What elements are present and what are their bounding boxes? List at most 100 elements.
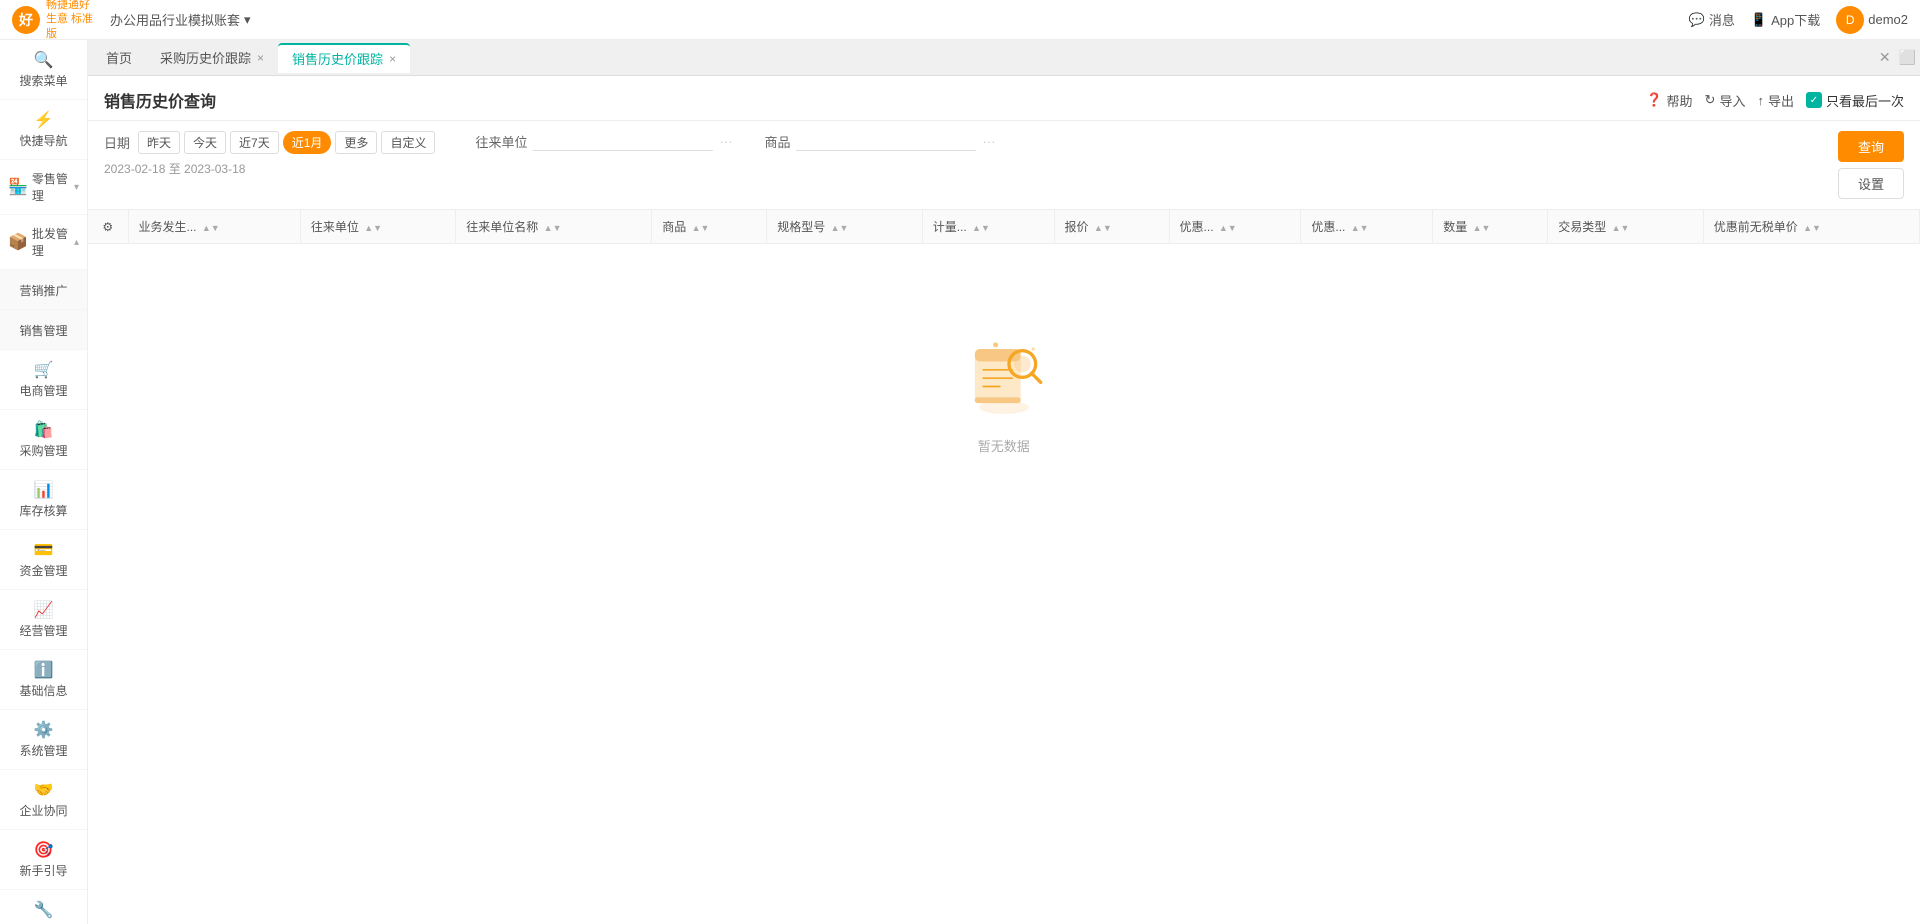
app-download-label: App下载	[1771, 10, 1820, 29]
date-filter-section: 日期 昨天 今天 近7天 近1月 更多 自定义 2023-02-18 至 202…	[104, 131, 435, 177]
guide-icon: 🎯	[34, 840, 54, 860]
sidebar-item-app-center[interactable]: 🔧 应用中心	[0, 890, 87, 924]
product-dots[interactable]: ···	[982, 134, 995, 149]
header-right: 💬 消息 📱 App下载 D demo2	[1689, 6, 1908, 34]
product-input[interactable]	[796, 131, 976, 151]
query-button[interactable]: 查询	[1838, 131, 1904, 162]
table-col-partner-code[interactable]: 往来单位 ▲▼	[300, 210, 455, 244]
logo-text: 畅捷通好生意 标准版	[46, 0, 96, 41]
checkbox-checked-icon: ✓	[1806, 92, 1822, 108]
table-col-pretax-price[interactable]: 优惠前无税单价 ▲▼	[1703, 210, 1919, 244]
maximize-icon[interactable]: ⬜	[1899, 49, 1916, 66]
retail-icon: 🏪	[8, 177, 28, 197]
date-btn-yesterday[interactable]: 昨天	[138, 131, 180, 154]
date-btn-1month[interactable]: 近1月	[283, 131, 332, 154]
empty-illustration	[954, 324, 1054, 424]
sidebar-item-label: 快捷导航	[19, 132, 67, 149]
sidebar-item-inventory[interactable]: 📊 库存核算	[0, 470, 87, 530]
empty-text: 暂无数据	[978, 436, 1030, 455]
message-icon: 💬	[1689, 12, 1705, 28]
import-btn[interactable]: ↻ 导入	[1705, 91, 1746, 110]
table-col-spec[interactable]: 规格型号 ▲▼	[767, 210, 922, 244]
sidebar-item-search[interactable]: 🔍 搜索菜单	[0, 40, 87, 100]
help-btn[interactable]: ❓ 帮助	[1646, 91, 1692, 110]
sidebar-item-retail[interactable]: 🏪 零售管理 ▾	[0, 160, 87, 215]
export-btn[interactable]: ↑ 导出	[1757, 91, 1794, 110]
sidebar-item-label: 基础信息	[19, 682, 67, 699]
setting-button[interactable]: 设置	[1838, 168, 1904, 199]
sidebar-item-label: 资金管理	[19, 562, 67, 579]
sidebar-item-wholesale[interactable]: 📦 批发管理 ▴	[0, 215, 87, 270]
sidebar-item-label: 库存核算	[19, 502, 67, 519]
sidebar-item-newbie-guide[interactable]: 🎯 新手引导	[0, 830, 87, 890]
info-icon: ℹ️	[34, 660, 54, 680]
sidebar-item-label: 采购管理	[19, 442, 67, 459]
app-download-btn[interactable]: 📱 App下载	[1751, 10, 1820, 29]
sort-icon: ▲▼	[1612, 224, 1630, 233]
top-header: 好 畅捷通好生意 标准版 办公用品行业模拟账套 ▾ 💬 消息 📱 App下载 D…	[0, 0, 1920, 40]
import-icon: ↻	[1705, 92, 1716, 108]
help-label: 帮助	[1667, 91, 1693, 110]
main-content: 销售历史价查询 ❓ 帮助 ↻ 导入 ↑ 导出 ✓ 只看最后一次	[88, 76, 1920, 924]
sort-icon: ▲▼	[1094, 224, 1112, 233]
app-selector[interactable]: 办公用品行业模拟账套 ▾	[104, 8, 257, 31]
chevron-down-icon: ▾	[74, 182, 79, 193]
partner-input[interactable]	[533, 131, 713, 151]
close-all-icon[interactable]: ✕	[1879, 49, 1891, 66]
only-last-checkbox[interactable]: ✓ 只看最后一次	[1806, 91, 1904, 110]
page-container: 销售历史价查询 ❓ 帮助 ↻ 导入 ↑ 导出 ✓ 只看最后一次	[88, 76, 1920, 924]
header-left: 好 畅捷通好生意 标准版 办公用品行业模拟账套 ▾	[12, 0, 257, 41]
page-actions: ❓ 帮助 ↻ 导入 ↑ 导出 ✓ 只看最后一次	[1646, 91, 1904, 110]
date-btn-more[interactable]: 更多	[335, 131, 377, 154]
sidebar-item-system[interactable]: ⚙️ 系统管理	[0, 710, 87, 770]
chevron-up-icon: ▴	[74, 237, 79, 248]
table-col-price[interactable]: 报价 ▲▼	[1054, 210, 1169, 244]
table-col-date[interactable]: 业务发生... ▲▼	[128, 210, 300, 244]
sidebar-item-label: 企业协同	[19, 802, 67, 819]
sidebar-item-purchase[interactable]: 🛍️ 采购管理	[0, 410, 87, 470]
message-btn[interactable]: 💬 消息	[1689, 10, 1735, 29]
user-area[interactable]: D demo2	[1836, 6, 1908, 34]
wholesale-icon: 📦	[8, 232, 28, 252]
sidebar-item-basic-info[interactable]: ℹ️ 基础信息	[0, 650, 87, 710]
table-col-settings[interactable]: ⚙	[88, 210, 128, 244]
table-col-unit[interactable]: 计量... ▲▼	[922, 210, 1054, 244]
sidebar-item-finance[interactable]: 💳 资金管理	[0, 530, 87, 590]
sidebar-item-label: 销售管理	[19, 322, 67, 339]
user-label: demo2	[1868, 12, 1908, 27]
sidebar-item-quick-nav[interactable]: ⚡ 快捷导航	[0, 100, 87, 160]
sidebar-item-operations[interactable]: 📈 经营管理	[0, 590, 87, 650]
sidebar-item-marketing[interactable]: 营销推广	[0, 270, 87, 310]
sort-icon: ▲▼	[1219, 224, 1237, 233]
sort-icon: ▲▼	[831, 224, 849, 233]
table-col-trade-type[interactable]: 交易类型 ▲▼	[1548, 210, 1703, 244]
date-btn-7days[interactable]: 近7天	[230, 131, 279, 154]
date-btn-today[interactable]: 今天	[184, 131, 226, 154]
app-selector-label: 办公用品行业模拟账套	[110, 10, 240, 29]
tab-sales-close[interactable]: ×	[389, 52, 396, 66]
tab-bar-right: ✕ ⬜	[1879, 49, 1916, 66]
tab-home[interactable]: 首页	[92, 43, 146, 73]
sidebar-item-enterprise-collab[interactable]: 🤝 企业协同	[0, 770, 87, 830]
table-col-product[interactable]: 商品 ▲▼	[652, 210, 767, 244]
sort-icon: ▲▼	[364, 224, 382, 233]
tab-sales-history[interactable]: 销售历史价跟踪 ×	[278, 43, 410, 73]
tab-purchase-close[interactable]: ×	[257, 51, 264, 65]
sidebar-item-label: 电商管理	[19, 382, 67, 399]
table-col-partner-name[interactable]: 往来单位名称 ▲▼	[456, 210, 652, 244]
sidebar-item-ecommerce[interactable]: 🛒 电商管理	[0, 350, 87, 410]
table-col-discount2[interactable]: 优惠... ▲▼	[1301, 210, 1433, 244]
partner-dots[interactable]: ···	[719, 134, 732, 149]
page-title: 销售历史价查询	[104, 88, 216, 112]
tab-purchase-history[interactable]: 采购历史价跟踪 ×	[146, 43, 278, 73]
operations-icon: 📈	[34, 600, 54, 620]
table-col-discount1[interactable]: 优惠... ▲▼	[1169, 210, 1301, 244]
gear-icon: ⚙️	[34, 720, 54, 740]
tab-sales-label: 销售历史价跟踪	[292, 49, 383, 68]
date-btn-custom[interactable]: 自定义	[381, 131, 435, 154]
filter-area: 日期 昨天 今天 近7天 近1月 更多 自定义 2023-02-18 至 202…	[88, 121, 1920, 210]
sort-icon: ▲▼	[202, 224, 220, 233]
table-col-qty[interactable]: 数量 ▲▼	[1433, 210, 1548, 244]
sidebar-item-sales-mgmt[interactable]: 销售管理	[0, 310, 87, 350]
empty-row: 暂无数据	[88, 244, 1920, 536]
